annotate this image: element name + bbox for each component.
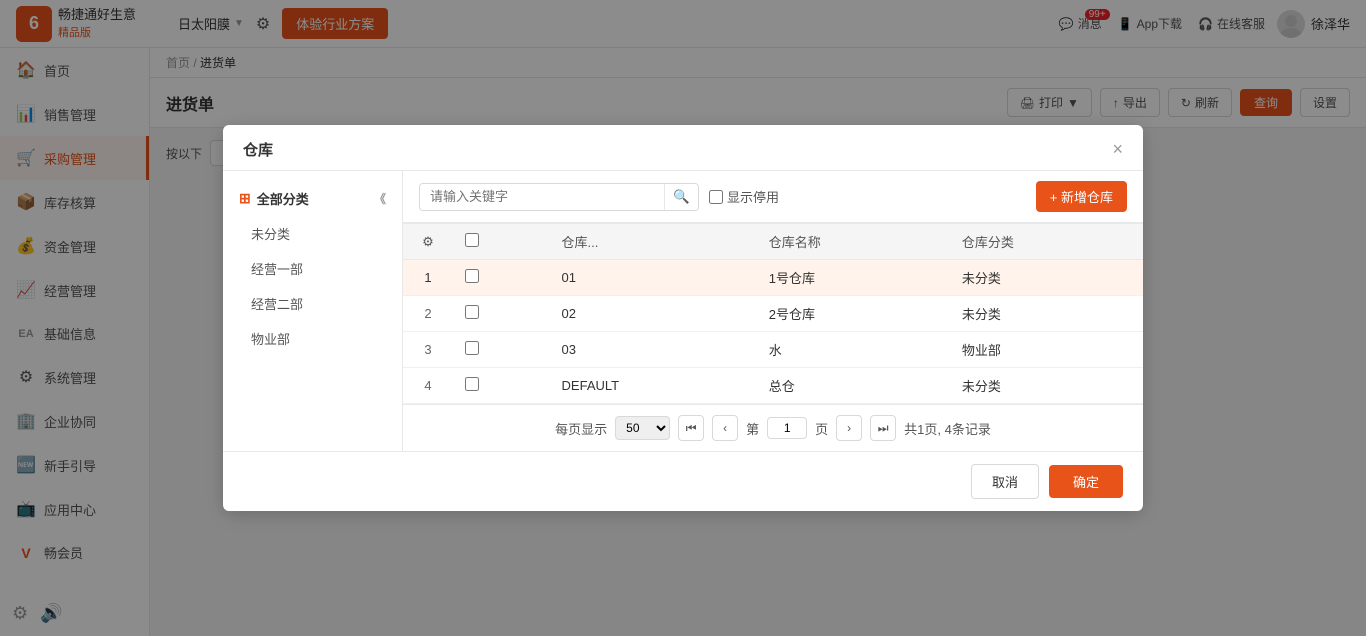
row-name-1: 1号仓库 (757, 260, 950, 296)
select-all-checkbox[interactable] (465, 233, 479, 247)
search-input[interactable] (420, 184, 664, 209)
row-code-2: 02 (550, 296, 757, 332)
per-page-select[interactable]: 50 20 100 (615, 416, 670, 440)
grid-icon: ⊞ (239, 190, 251, 207)
next-page-button[interactable]: › (836, 415, 862, 441)
total-info: 共1页, 4条记录 (904, 419, 991, 438)
modal-title: 仓库 (243, 139, 273, 160)
row-num-1: 1 (403, 260, 453, 296)
category-panel: ⊞ 全部分类 《 未分类 经营一部 经营二部 物业部 (223, 171, 403, 451)
row-cat-4: 未分类 (950, 368, 1143, 404)
row-cat-3: 物业部 (950, 332, 1143, 368)
cancel-button[interactable]: 取消 (971, 464, 1039, 499)
collapse-icon[interactable]: 《 (374, 190, 386, 207)
cat-item-ops2[interactable]: 经营二部 (223, 286, 402, 321)
cat-item-unclassified[interactable]: 未分类 (223, 216, 402, 251)
page-unit: 页 (815, 419, 828, 438)
close-icon[interactable]: × (1112, 139, 1123, 160)
modal-header: 仓库 × (223, 125, 1143, 171)
search-button[interactable]: 🔍 (664, 184, 698, 210)
table-row[interactable]: 1 01 1号仓库 未分类 (403, 260, 1143, 296)
row-num-4: 4 (403, 368, 453, 404)
col-code: 仓库... (550, 224, 757, 260)
row-name-2: 2号仓库 (757, 296, 950, 332)
modal-overlay[interactable]: 仓库 × ⊞ 全部分类 《 未分类 经营一部 经营二部 物业部 (0, 0, 1366, 636)
row-code-1: 01 (550, 260, 757, 296)
prev-page-button[interactable]: ‹ (712, 415, 738, 441)
warehouse-table-wrap: ⚙ 仓库... 仓库名称 仓库分类 1 01 (403, 223, 1143, 404)
warehouse-modal: 仓库 × ⊞ 全部分类 《 未分类 经营一部 经营二部 物业部 (223, 125, 1143, 511)
page-number-input[interactable] (767, 417, 807, 439)
row-num-3: 3 (403, 332, 453, 368)
show-disabled-checkbox[interactable] (709, 190, 723, 204)
col-checkbox (453, 224, 550, 260)
all-categories-label: 全部分类 (257, 189, 309, 208)
row-cat-2: 未分类 (950, 296, 1143, 332)
per-page-label: 每页显示 (555, 419, 607, 438)
modal-body: ⊞ 全部分类 《 未分类 经营一部 经营二部 物业部 🔍 (223, 171, 1143, 451)
row-code-4: DEFAULT (550, 368, 757, 404)
warehouse-table: ⚙ 仓库... 仓库名称 仓库分类 1 01 (403, 223, 1143, 404)
warehouse-toolbar: 🔍 显示停用 + 新增仓库 (403, 171, 1143, 223)
show-disabled-label: 显示停用 (727, 187, 779, 206)
table-row[interactable]: 2 02 2号仓库 未分类 (403, 296, 1143, 332)
row-name-3: 水 (757, 332, 950, 368)
add-warehouse-button[interactable]: + 新增仓库 (1036, 181, 1127, 212)
row-cat-1: 未分类 (950, 260, 1143, 296)
row-cb-3[interactable] (453, 332, 550, 368)
all-categories-item[interactable]: ⊞ 全部分类 《 (223, 181, 402, 216)
show-disabled-toggle[interactable]: 显示停用 (709, 187, 779, 206)
cat-item-property[interactable]: 物业部 (223, 321, 402, 356)
pagination: 每页显示 50 20 100 ⏮ ‹ 第 页 › ⏭ 共1页, 4条记录 (403, 404, 1143, 451)
col-name: 仓库名称 (757, 224, 950, 260)
row-cb-4[interactable] (453, 368, 550, 404)
col-gear: ⚙ (403, 224, 453, 260)
search-box: 🔍 (419, 183, 699, 211)
table-row[interactable]: 3 03 水 物业部 (403, 332, 1143, 368)
first-page-button[interactable]: ⏮ (678, 415, 704, 441)
modal-footer: 取消 确定 (223, 451, 1143, 511)
cat-item-ops1[interactable]: 经营一部 (223, 251, 402, 286)
row-code-3: 03 (550, 332, 757, 368)
warehouse-list-panel: 🔍 显示停用 + 新增仓库 ⚙ (403, 171, 1143, 451)
last-page-button[interactable]: ⏭ (870, 415, 896, 441)
col-category: 仓库分类 (950, 224, 1143, 260)
confirm-button[interactable]: 确定 (1049, 465, 1123, 498)
row-cb-2[interactable] (453, 296, 550, 332)
row-cb-1[interactable] (453, 260, 550, 296)
row-name-4: 总仓 (757, 368, 950, 404)
page-label: 第 (746, 419, 759, 438)
table-row[interactable]: 4 DEFAULT 总仓 未分类 (403, 368, 1143, 404)
row-num-2: 2 (403, 296, 453, 332)
